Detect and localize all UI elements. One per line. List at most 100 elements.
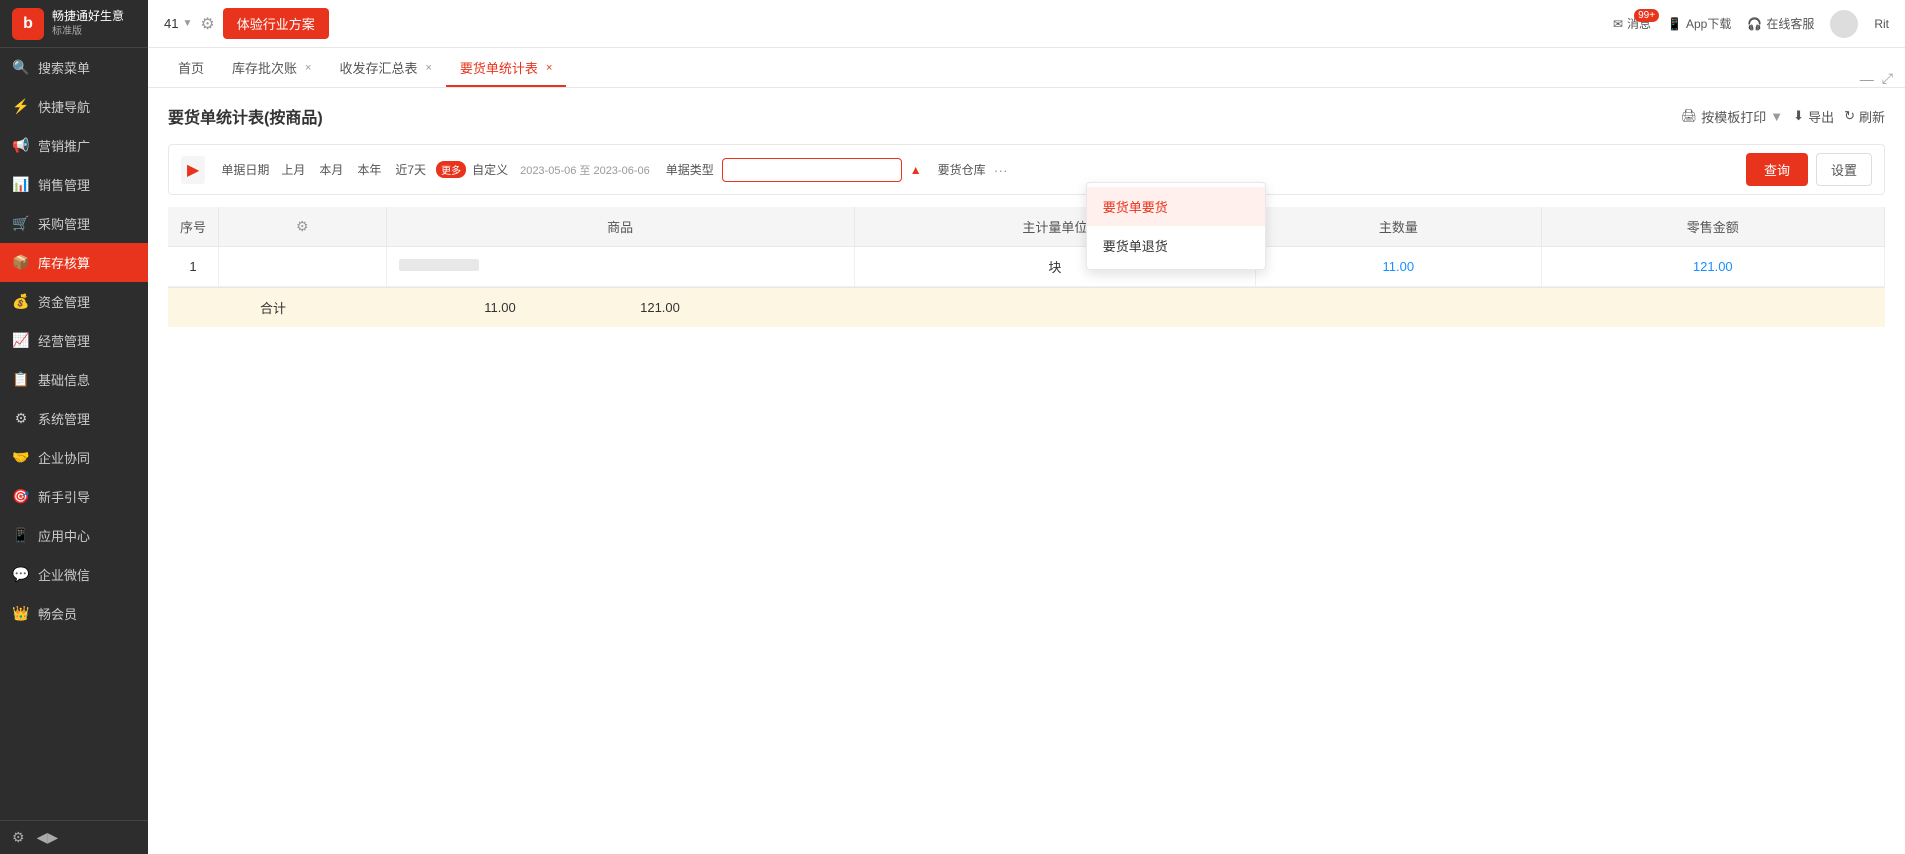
- custom-date-btn[interactable]: 自定义: [472, 161, 508, 178]
- sidebar-item-basic-info[interactable]: 📋 基础信息: [0, 360, 148, 399]
- export-btn[interactable]: ⬇ 导出: [1793, 107, 1834, 126]
- col-label-product: 商品: [607, 220, 633, 235]
- inventory-icon: 📦: [12, 254, 30, 272]
- date-btn-last-7-days[interactable]: 近7天: [391, 159, 430, 180]
- refresh-icon: ↻: [1844, 108, 1855, 124]
- topbar-right: ✉ 消息 99+ 📱 App下载 🎧 在线客服 Rit: [1613, 10, 1889, 38]
- tab-receivable-summary[interactable]: 收发存汇总表 ×: [325, 50, 445, 87]
- tab-expand-icon[interactable]: ⤢: [1882, 70, 1893, 87]
- date-shortcuts: 上月 本月 本年 近7天 更多 自定义: [277, 159, 508, 180]
- sidebar-item-label: 畅会员: [38, 604, 77, 623]
- trial-btn[interactable]: 体验行业方案: [223, 8, 329, 39]
- date-btn-this-month[interactable]: 本月: [315, 159, 347, 180]
- tabs-right: — ⤢: [1848, 70, 1905, 87]
- table-footer: 合计 11.00 121.00: [168, 287, 1885, 327]
- sidebar-item-label: 系统管理: [38, 409, 90, 428]
- topbar-left: 41 ▼ ⚙ 体验行业方案: [164, 8, 1601, 39]
- sidebar-item-system[interactable]: ⚙ 系统管理: [0, 399, 148, 438]
- sidebar-item-guide[interactable]: 🎯 新手引导: [0, 477, 148, 516]
- sidebar-item-sales[interactable]: 📊 销售管理: [0, 165, 148, 204]
- date-filter-label: 单据日期: [221, 161, 269, 178]
- sidebar-item-operations[interactable]: 📈 经营管理: [0, 321, 148, 360]
- col-header-settings[interactable]: ⚙: [219, 207, 386, 247]
- col-settings-icon[interactable]: ⚙: [296, 218, 309, 234]
- collapse-icon[interactable]: ◀▶: [37, 829, 59, 846]
- dropdown-item-order-return[interactable]: 要货单退货: [1087, 226, 1265, 265]
- filter-bar: ▶ 单据日期 上月 本月 本年 近7天 更多 自定义 2023-05-06 至 …: [168, 144, 1885, 195]
- topbar: 41 ▼ ⚙ 体验行业方案 ✉ 消息 99+ 📱 App下载 🎧 在线客服 Ri…: [148, 0, 1905, 48]
- warehouse-more-icon[interactable]: ···: [994, 162, 1008, 178]
- date-range-text: 2023-05-06 至 2023-06-06: [520, 162, 650, 178]
- sidebar-item-inventory[interactable]: 📦 库存核算: [0, 243, 148, 282]
- username-label: Rit: [1874, 17, 1889, 31]
- sidebar-item-members[interactable]: 👑 畅会员: [0, 594, 148, 633]
- online-service-btn[interactable]: 🎧 在线客服: [1747, 15, 1814, 32]
- type-filter-input[interactable]: [722, 158, 902, 182]
- messages-btn[interactable]: ✉ 消息 99+: [1613, 15, 1651, 32]
- sidebar-logo: b 畅捷通好生意 标准版: [0, 0, 148, 48]
- tab-close-order-summary[interactable]: ×: [546, 62, 552, 74]
- sidebar-item-wecom[interactable]: 💬 企业微信: [0, 555, 148, 594]
- sidebar-item-label: 快捷导航: [38, 97, 90, 116]
- tab-minimize-icon[interactable]: —: [1860, 71, 1874, 87]
- app-download-btn[interactable]: 📱 App下载: [1667, 15, 1731, 32]
- date-btn-last-month[interactable]: 上月: [277, 159, 309, 180]
- query-btn[interactable]: 查询: [1746, 153, 1808, 186]
- col-label-unit: 主计量单位: [1022, 220, 1087, 235]
- tab-close-receivable-summary[interactable]: ×: [425, 62, 431, 74]
- finance-icon: 💰: [12, 293, 30, 311]
- tab-home[interactable]: 首页: [164, 50, 218, 87]
- filter-expand-btn[interactable]: ▶: [181, 156, 205, 184]
- tab-order-summary[interactable]: 要货单统计表 ×: [446, 50, 566, 87]
- company-id-text: 41: [164, 16, 178, 31]
- col-header-quantity: 主数量: [1256, 207, 1541, 247]
- wecom-icon: 💬: [12, 566, 30, 584]
- cell-amount-1[interactable]: 121.00: [1541, 247, 1884, 287]
- headset-icon: 🎧: [1747, 17, 1762, 31]
- purchase-icon: 🛒: [12, 215, 30, 233]
- online-service-label: 在线客服: [1766, 15, 1814, 32]
- company-selector[interactable]: 41 ▼: [164, 16, 192, 31]
- print-btn[interactable]: 🖨 按模板打印 ▼: [1681, 107, 1783, 126]
- sidebar-item-quick-nav[interactable]: ⚡ 快捷导航: [0, 87, 148, 126]
- sidebar-item-label: 企业协同: [38, 448, 90, 467]
- type-dropdown-arrow[interactable]: ▲: [910, 163, 922, 177]
- refresh-btn[interactable]: ↻ 刷新: [1844, 107, 1885, 126]
- more-badge[interactable]: 更多: [436, 161, 466, 178]
- sidebar-item-enterprise[interactable]: 🤝 企业协同: [0, 438, 148, 477]
- footer-amount: 121.00: [600, 300, 720, 315]
- settings-bottom-icon[interactable]: ⚙: [12, 829, 25, 846]
- footer-total-label: 合计: [180, 298, 400, 317]
- sidebar-item-purchase[interactable]: 🛒 采购管理: [0, 204, 148, 243]
- footer-quantity: 11.00: [400, 300, 600, 315]
- quick-nav-icon: ⚡: [12, 98, 30, 116]
- export-label: 导出: [1808, 107, 1834, 126]
- tabs-bar: 首页 库存批次账 × 收发存汇总表 × 要货单统计表 × — ⤢: [148, 48, 1905, 88]
- sidebar-item-app-center[interactable]: 📱 应用中心: [0, 516, 148, 555]
- dropdown-item-order-goods[interactable]: 要货单要货: [1087, 187, 1265, 226]
- col-header-amount: 零售金额: [1541, 207, 1884, 247]
- tab-inventory-batch[interactable]: 库存批次账 ×: [218, 50, 325, 87]
- topbar-settings-icon[interactable]: ⚙: [200, 14, 214, 34]
- settings-small-btn[interactable]: 设置: [1816, 153, 1872, 186]
- tab-close-inventory-batch[interactable]: ×: [305, 62, 311, 74]
- sidebar-item-finance[interactable]: 💰 资金管理: [0, 282, 148, 321]
- dropdown-item-label-order-goods: 要货单要货: [1103, 200, 1168, 215]
- type-filter-group: 单据类型 ▲ 要货单要货 要货单退货: [666, 158, 922, 182]
- sidebar-item-search[interactable]: 🔍 搜索菜单: [0, 48, 148, 87]
- sidebar: b 畅捷通好生意 标准版 🔍 搜索菜单 ⚡ 快捷导航 📢 营销推广 📊 销售管理…: [0, 0, 148, 854]
- sidebar-item-marketing[interactable]: 📢 营销推广: [0, 126, 148, 165]
- page-header: 要货单统计表(按商品) 🖨 按模板打印 ▼ ⬇ 导出 ↻ 刷新: [168, 104, 1885, 128]
- print-label: 按模板打印: [1701, 107, 1766, 126]
- dropdown-item-label-order-return: 要货单退货: [1103, 239, 1168, 254]
- sidebar-item-label: 应用中心: [38, 526, 90, 545]
- company-name: 畅捷通好生意: [52, 9, 124, 25]
- user-avatar[interactable]: [1830, 10, 1858, 38]
- cell-settings-1: [219, 247, 386, 287]
- tab-label-home: 首页: [178, 58, 204, 77]
- warehouse-filter-group: 要货仓库 ···: [938, 161, 1008, 178]
- col-header-product: 商品: [386, 207, 854, 247]
- product-name-placeholder: [399, 259, 479, 271]
- date-btn-this-year[interactable]: 本年: [353, 159, 385, 180]
- cell-quantity-1[interactable]: 11.00: [1256, 247, 1541, 287]
